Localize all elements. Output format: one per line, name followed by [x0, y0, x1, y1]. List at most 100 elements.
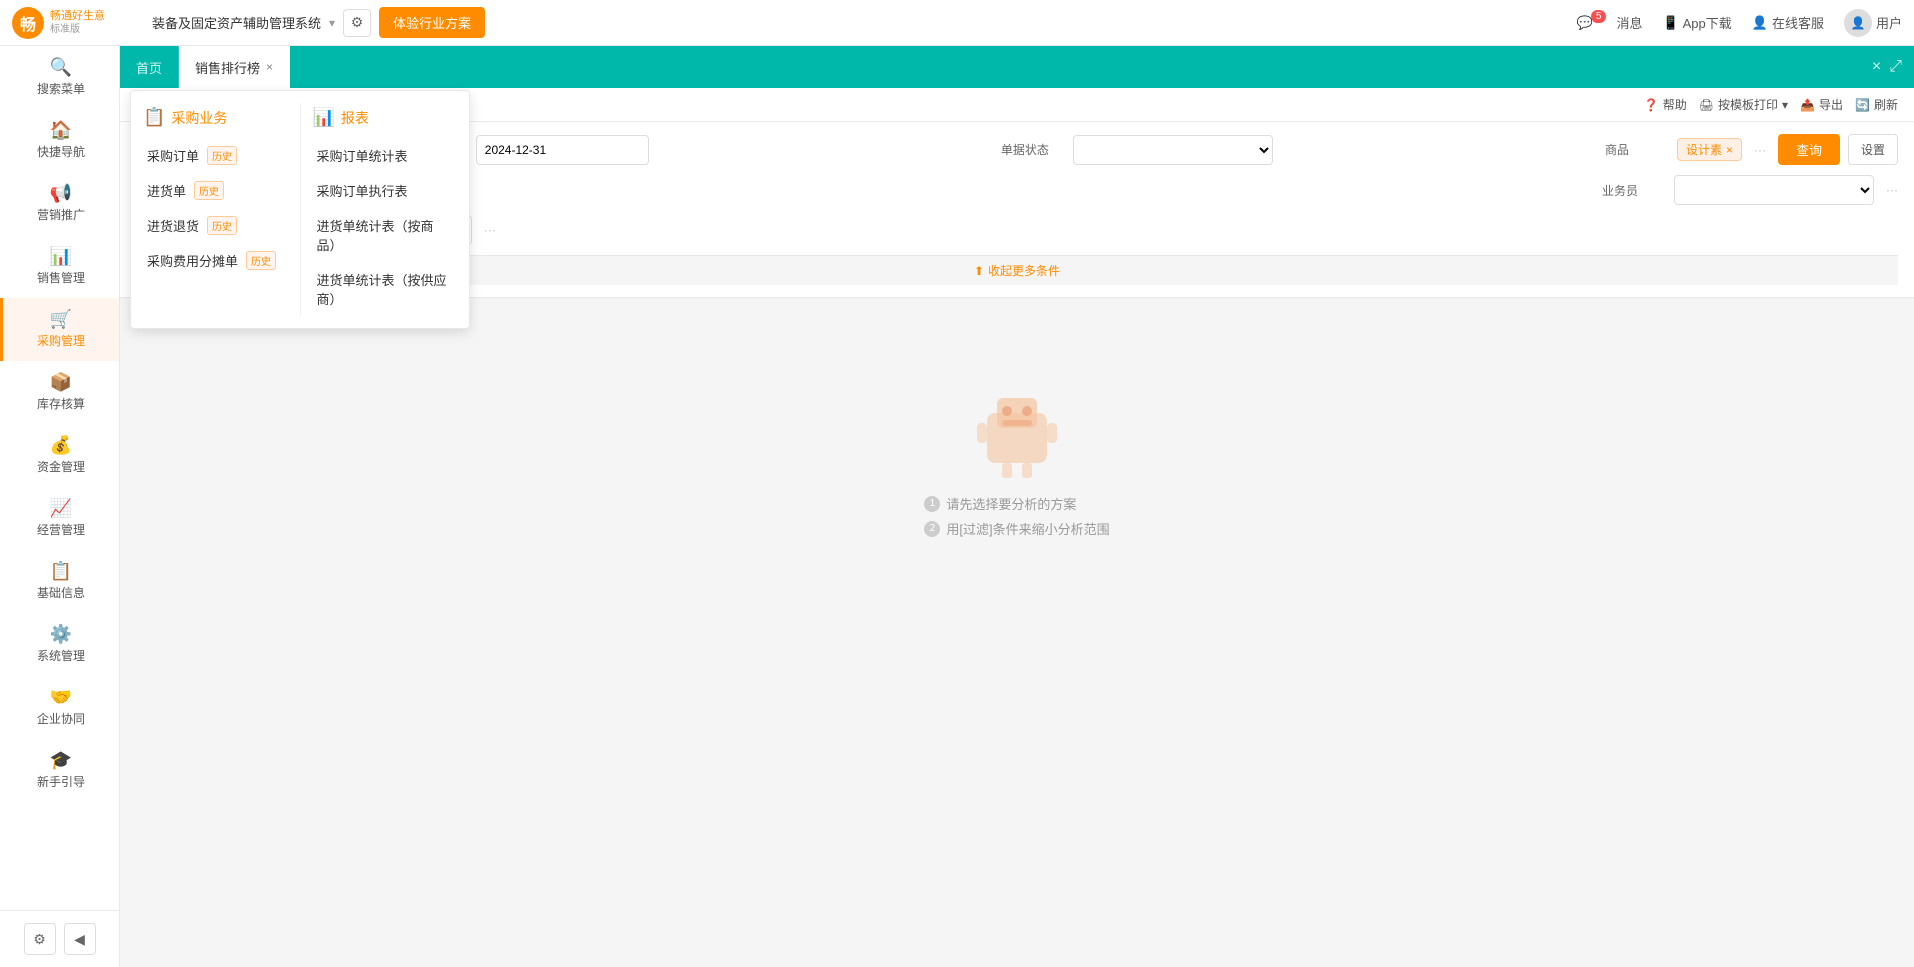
print-button[interactable]: 🖨 按模板打印 ▾	[1699, 96, 1788, 113]
system-title-area: 装备及固定资产辅助管理系统 ▾ ⚙	[152, 9, 371, 37]
menu-item-inbound[interactable]: 进货单 历史	[143, 173, 288, 208]
enterprise-icon: 🤝	[50, 688, 72, 706]
purchase-popup-menu: 📋 采购业务 采购订单 历史 进货单 历史 进货退货 历史 采购费用分摊单	[130, 90, 470, 329]
inventory-icon: 📦	[50, 373, 72, 391]
date-end-input[interactable]	[476, 135, 649, 165]
finance-icon: 💰	[50, 436, 72, 454]
goods-tag-close-icon[interactable]: ×	[1726, 143, 1733, 157]
goods-more-dots[interactable]: ···	[1754, 143, 1766, 157]
tab-bar: 首页 销售排行榜 × × ⤢	[120, 46, 1914, 88]
sales-icon: 📊	[50, 247, 72, 265]
history-badge-2: 历史	[207, 216, 237, 235]
phone-icon: 📱	[1662, 15, 1678, 31]
tab-sales-ranking[interactable]: 销售排行榜 ×	[179, 46, 290, 88]
user-action[interactable]: 👤 用户	[1844, 9, 1902, 37]
salesperson-label: 业务员	[1602, 182, 1662, 199]
service-icon: 👤	[1752, 15, 1768, 31]
tab-bar-right: × ⤢	[1872, 46, 1914, 88]
system-settings-button[interactable]: ⚙	[343, 9, 371, 37]
empty-step-1: 1 请先选择要分析的方案	[924, 494, 1109, 513]
popup-menu-cols: 📋 采购业务 采购订单 历史 进货单 历史 进货退货 历史 采购费用分摊单	[131, 103, 469, 316]
purchase-icon: 🛒	[50, 310, 72, 328]
export-icon: 📤	[1800, 98, 1815, 112]
refresh-button[interactable]: 🔄 刷新	[1855, 96, 1898, 113]
history-badge-1: 历史	[194, 181, 224, 200]
sidebar-item-purchase[interactable]: 🛒 采购管理	[0, 298, 119, 361]
sidebar-item-guide[interactable]: 🎓 新手引导	[0, 739, 119, 802]
collapse-chevron-icon: ⬆	[974, 264, 984, 278]
sidebar-item-system[interactable]: ⚙️ 系统管理	[0, 613, 119, 676]
tab-home[interactable]: 首页	[120, 46, 179, 88]
export-button[interactable]: 📤 导出	[1800, 96, 1843, 113]
history-badge-0: 历史	[207, 146, 237, 165]
salesperson-select[interactable]	[1674, 175, 1874, 205]
menu-item-inbound-by-goods[interactable]: 进货单统计表（按商品）	[313, 208, 458, 262]
logo-area: 畅 畅通好生意 标准版	[12, 7, 132, 39]
operations-icon: 📈	[50, 499, 72, 517]
sidebar-collapse-button[interactable]: ◀	[64, 923, 96, 955]
system-title: 装备及固定资产辅助管理系统	[152, 13, 321, 32]
tab-close-all-icon[interactable]: ×	[1872, 58, 1881, 76]
step-num-2: 2	[924, 521, 940, 537]
popup-col-reports-header: 📊 报表	[313, 103, 458, 138]
salesperson-more-dots[interactable]: ···	[1886, 183, 1898, 197]
print-dropdown-icon: ▾	[1782, 98, 1788, 112]
sidebar-item-marketing[interactable]: 📢 营销推广	[0, 172, 119, 235]
popup-col-purchase-header: 📋 采购业务	[143, 103, 288, 138]
menu-item-purchase-order[interactable]: 采购订单 历史	[143, 138, 288, 173]
menu-item-inbound-by-supplier[interactable]: 进货单统计表（按供应商）	[313, 262, 458, 316]
print-icon: 🖨	[1699, 98, 1714, 112]
top-header: 畅 畅通好生意 标准版 装备及固定资产辅助管理系统 ▾ ⚙ 体验行业方案 💬 5…	[0, 0, 1914, 46]
step-num-1: 1	[924, 496, 940, 512]
menu-item-order-execution[interactable]: 采购订单执行表	[313, 173, 458, 208]
goods-label: 商品	[1605, 141, 1665, 158]
sidebar-settings-button[interactable]: ⚙	[24, 923, 56, 955]
sidebar-item-enterprise[interactable]: 🤝 企业协同	[0, 676, 119, 739]
logo-icon: 畅	[12, 7, 44, 39]
goods-tag: 设计素 ×	[1677, 138, 1742, 161]
sidebar-item-basic-info[interactable]: 📋 基础信息	[0, 550, 119, 613]
menu-item-order-stats[interactable]: 采购订单统计表	[313, 138, 458, 173]
system-icon: ⚙️	[50, 625, 72, 643]
app-download-action[interactable]: 📱 App下载	[1662, 13, 1731, 32]
help-button[interactable]: ❓ 帮助	[1644, 96, 1687, 113]
empty-illustration	[957, 378, 1077, 478]
marketing-icon: 📢	[50, 184, 72, 202]
sidebar-bottom: ⚙ ◀	[0, 910, 119, 967]
sidebar: 🔍 搜索菜单 🏠 快捷导航 📢 营销推广 📊 销售管理 🛒 采购管理 📦 库存核…	[0, 46, 120, 967]
empty-step-2: 2 用[过滤]条件来缩小分析范围	[924, 519, 1109, 538]
search-icon: 🔍	[50, 58, 72, 76]
settings-button[interactable]: 设置	[1848, 134, 1898, 165]
menu-item-inbound-return[interactable]: 进货退货 历史	[143, 208, 288, 243]
online-service-action[interactable]: 👤 在线客服	[1752, 13, 1824, 32]
logo-text: 畅通好生意 标准版	[50, 9, 105, 36]
empty-state: 1 请先选择要分析的方案 2 用[过滤]条件来缩小分析范围	[120, 298, 1914, 618]
header-right: 💬 5 消息 📱 App下载 👤 在线客服 👤 用户	[1577, 9, 1902, 37]
menu-item-purchase-cost[interactable]: 采购费用分摊单 历史	[143, 243, 288, 278]
tab-close-icon[interactable]: ×	[266, 60, 273, 74]
popup-col-purchase: 📋 采购业务 采购订单 历史 进货单 历史 进货退货 历史 采购费用分摊单	[131, 103, 301, 316]
help-icon: ❓	[1644, 98, 1659, 112]
sidebar-item-inventory[interactable]: 📦 库存核算	[0, 361, 119, 424]
industry-btn[interactable]: 体验行业方案	[379, 7, 485, 38]
refresh-icon: 🔄	[1855, 98, 1870, 112]
doc-status-label: 单据状态	[1001, 141, 1061, 158]
sidebar-item-finance[interactable]: 💰 资金管理	[0, 424, 119, 487]
message-badge: 5	[1591, 10, 1607, 23]
popup-col-reports: 📊 报表 采购订单统计表 采购订单执行表 进货单统计表（按商品） 进货单统计表（…	[301, 103, 470, 316]
sidebar-item-navigation[interactable]: 🏠 快捷导航	[0, 109, 119, 172]
tab-restore-icon[interactable]: ⤢	[1889, 58, 1902, 76]
query-button[interactable]: 查询	[1778, 134, 1840, 165]
reports-col-icon: 📊	[313, 107, 335, 128]
customer-more-dots[interactable]: ···	[484, 223, 496, 237]
doc-status-select[interactable]	[1073, 135, 1273, 165]
basic-info-icon: 📋	[50, 562, 72, 580]
title-dropdown-icon[interactable]: ▾	[329, 16, 335, 30]
guide-icon: 🎓	[50, 751, 72, 769]
home-icon: 🏠	[50, 121, 72, 139]
sidebar-item-operations[interactable]: 📈 经营管理	[0, 487, 119, 550]
history-badge-3: 历史	[246, 251, 276, 270]
message-action[interactable]: 💬 5 消息	[1577, 13, 1643, 32]
sidebar-item-sales[interactable]: 📊 销售管理	[0, 235, 119, 298]
sidebar-item-search[interactable]: 🔍 搜索菜单	[0, 46, 119, 109]
